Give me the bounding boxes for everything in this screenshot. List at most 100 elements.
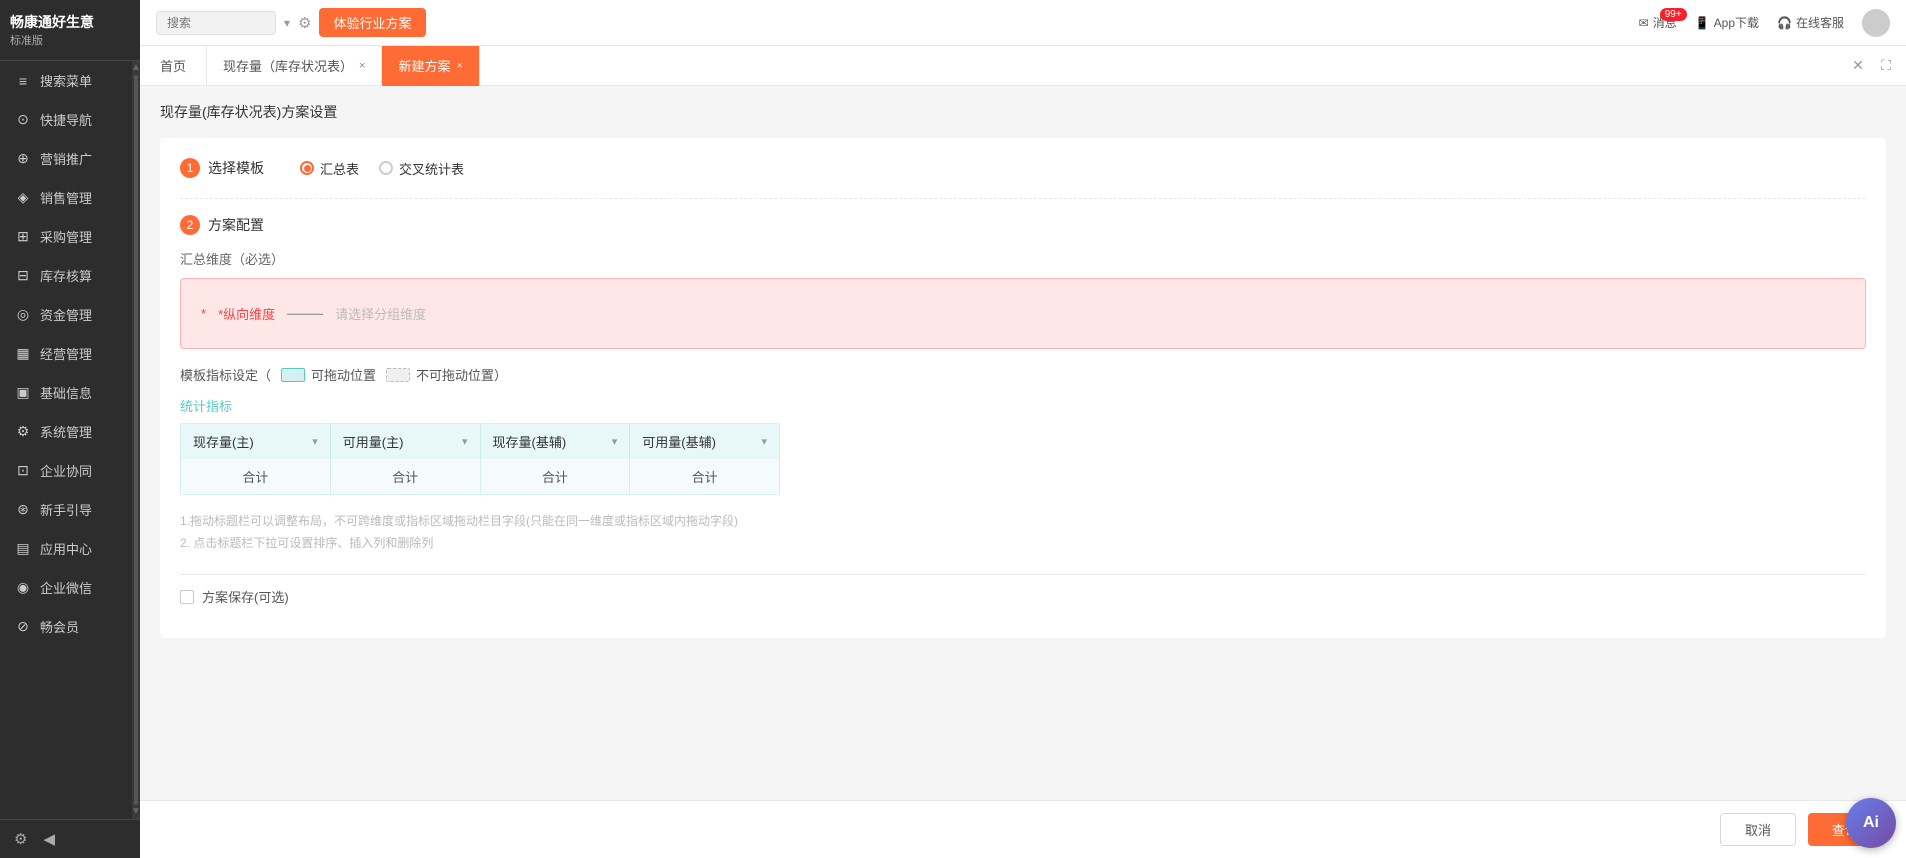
sidebar-item-quick-nav[interactable]: ⊙快捷导航 xyxy=(0,100,132,139)
service-button[interactable]: 🎧 在线客服 xyxy=(1777,14,1844,31)
action-bar: 取消 查询 xyxy=(140,800,1906,858)
tab-home[interactable]: 首页 xyxy=(140,46,207,86)
sidebar-nav: ≡搜索菜单⊙快捷导航⊕营销推广◈销售管理⊞采购管理⊟库存核算 ◎ 资金管理 ▦ 经营管理… xyxy=(0,61,132,819)
settings-icon[interactable]: ⚙ xyxy=(14,830,27,848)
divider1 xyxy=(180,198,1866,199)
sidebar-footer: ⚙ ◀ xyxy=(0,819,140,858)
stats-col-col1[interactable]: 现存量(主)▾ xyxy=(181,424,331,459)
nav-label-newbie: 新手引导 xyxy=(40,500,92,519)
tab-close-btn[interactable]: ✕ xyxy=(1846,54,1870,78)
col-label-col1: 现存量(主) xyxy=(193,432,254,451)
nav-icon-company: ⊡ xyxy=(14,462,32,480)
scroll-up-arrow[interactable]: ▲ xyxy=(131,63,140,73)
phone-icon: 📱 xyxy=(1695,16,1710,30)
settings-panel: 1 选择模板 汇总表 交叉统计表 xyxy=(160,138,1886,638)
stats-col-col3[interactable]: 现存量(基辅)▾ xyxy=(481,424,631,459)
nav-label-business: 经营管理 xyxy=(40,344,92,363)
sidebar-item-marketing[interactable]: ⊕营销推广 xyxy=(0,139,132,178)
step2-title: 方案配置 xyxy=(208,215,264,235)
audio-icon[interactable]: ◀ xyxy=(43,830,55,848)
tab-label-inventory-status: 现存量（库存状况表） xyxy=(223,56,353,75)
nav-label-app-center: 应用中心 xyxy=(40,539,92,558)
message-button[interactable]: ✉ 消息 99+ xyxy=(1639,14,1677,31)
nav-label-search-menu: 搜索菜单 xyxy=(40,71,92,90)
stats-table-body: 合计合计合计合计 xyxy=(181,459,779,494)
tips-section: 1.拖动标题栏可以调整布局，不可跨维度或指标区域拖动栏目字段(只能在同一维度或指… xyxy=(180,511,1866,554)
topbar: ▾ ⚙ 体验行业方案 ✉ 消息 99+ 📱 App下载 🎧 在线客服 xyxy=(140,0,1906,46)
sidebar-scrollbar[interactable]: ▲ ▼ xyxy=(132,61,140,819)
sidebar-item-wechat[interactable]: ◉企业微信 xyxy=(0,568,132,607)
tab-new-plan[interactable]: 新建方案× xyxy=(382,46,479,86)
sidebar-item-purchase[interactable]: ⊞采购管理 xyxy=(0,217,132,256)
step2-header: 2 方案配置 xyxy=(180,215,1866,235)
summary-dimension-label: 汇总维度（必选） xyxy=(180,249,1866,268)
scroll-down-arrow[interactable]: ▼ xyxy=(131,807,140,817)
nav-icon-finance: ◎ xyxy=(14,306,32,324)
indicator-settings: 模板指标设定（ 可拖动位置 不可拖动位置） 统计指标 现存量(主) xyxy=(180,365,1866,495)
non-draggable-legend-box xyxy=(386,368,410,382)
tip-item-0: 1.拖动标题栏可以调整布局，不可跨维度或指标区域拖动栏目字段(只能在同一维度或指… xyxy=(180,511,1866,533)
tab-expand-btn[interactable]: ⛶ xyxy=(1874,54,1898,78)
draggable-legend-box xyxy=(281,368,305,382)
ai-button[interactable]: Ai xyxy=(1846,798,1896,848)
vertical-dim-label: *纵向维度 xyxy=(218,304,275,323)
stats-cell-col1: 合计 xyxy=(181,459,331,494)
service-label: 在线客服 xyxy=(1796,14,1844,31)
nav-label-sales: 销售管理 xyxy=(40,188,92,207)
step2-badge: 2 xyxy=(180,215,200,235)
sidebar-item-basic-info[interactable]: ▣基础信息 xyxy=(0,373,132,412)
sidebar-item-app-center[interactable]: ▤应用中心 xyxy=(0,529,132,568)
nav-label-finance: 资金管理 xyxy=(40,305,92,324)
tab-close-new-plan[interactable]: × xyxy=(456,60,462,72)
nav-label-quick-nav: 快捷导航 xyxy=(40,110,92,129)
sidebar: 畅康通好生意 标准版 ≡搜索菜单⊙快捷导航⊕营销推广◈销售管理⊞采购管理⊟库存核… xyxy=(0,0,140,858)
nav-icon-system: ⚙ xyxy=(14,423,32,441)
nav-icon-wechat: ◉ xyxy=(14,579,32,597)
select-dimension-placeholder[interactable]: 请选择分组维度 xyxy=(335,304,426,323)
stats-cell-col4: 合计 xyxy=(630,459,779,494)
dropdown-arrow-icon[interactable]: ▾ xyxy=(284,16,290,30)
draggable-legend: 可拖动位置 xyxy=(281,365,376,384)
sidebar-item-newbie[interactable]: ⊛新手引导 xyxy=(0,490,132,529)
headset-icon: 🎧 xyxy=(1777,16,1792,30)
sidebar-item-sales[interactable]: ◈销售管理 xyxy=(0,178,132,217)
settings-icon[interactable]: ⚙ xyxy=(298,14,311,32)
radio-summary[interactable]: 汇总表 xyxy=(300,159,359,178)
sidebar-item-company[interactable]: ⊡企业协同 xyxy=(0,451,132,490)
sidebar-item-inventory[interactable]: ⊟库存核算 xyxy=(0,256,132,295)
nav-icon-business: ▦ xyxy=(14,345,32,363)
tab-label-home: 首页 xyxy=(160,56,186,75)
vertical-dimension-row: * *纵向维度 —— 请选择分组维度 xyxy=(201,303,1845,324)
col-chevron-col4: ▾ xyxy=(761,435,767,448)
radio-cross[interactable]: 交叉统计表 xyxy=(379,159,464,178)
avatar[interactable] xyxy=(1862,9,1890,37)
message-badge: 99+ xyxy=(1660,8,1687,21)
nav-icon-basic-info: ▣ xyxy=(14,384,32,402)
sidebar-item-search-menu[interactable]: ≡搜索菜单 xyxy=(0,61,132,100)
indicator-settings-label: 模板指标设定（ xyxy=(180,365,271,384)
tab-inventory-status[interactable]: 现存量（库存状况表） × xyxy=(207,46,382,86)
step1-header: 1 选择模板 汇总表 交叉统计表 xyxy=(180,158,1866,178)
app-download-button[interactable]: 📱 App下载 xyxy=(1695,14,1759,31)
stats-section-label: 统计指标 xyxy=(180,396,1866,415)
step1-title: 选择模板 xyxy=(208,158,264,178)
col-label-col2: 可用量(主) xyxy=(343,432,404,451)
nav-label-member: 畅会员 xyxy=(40,617,79,636)
trial-button[interactable]: 体验行业方案 xyxy=(319,8,425,37)
sidebar-item-system[interactable]: ⚙系统管理 xyxy=(0,412,132,451)
sidebar-item-finance[interactable]: ◎ 资金管理 xyxy=(0,295,132,334)
col-label-col3: 现存量(基辅) xyxy=(493,432,567,451)
stats-col-col2[interactable]: 可用量(主)▾ xyxy=(331,424,481,459)
search-input[interactable] xyxy=(156,11,276,35)
app-edition: 标准版 xyxy=(10,32,130,48)
tab-close-inventory-status[interactable]: × xyxy=(359,60,365,72)
sidebar-item-member[interactable]: ⊘畅会员 xyxy=(0,607,132,646)
required-dimension-area: * *纵向维度 —— 请选择分组维度 xyxy=(180,278,1866,349)
non-draggable-legend-label: 不可拖动位置） xyxy=(416,365,507,384)
tabbar: 首页现存量（库存状况表）×新建方案× ✕ ⛶ xyxy=(140,46,1906,86)
sidebar-item-business[interactable]: ▦ 经营管理 xyxy=(0,334,132,373)
cancel-button[interactable]: 取消 xyxy=(1720,813,1796,846)
topbar-left: ▾ ⚙ 体验行业方案 xyxy=(156,8,1627,37)
stats-col-col4[interactable]: 可用量(基辅)▾ xyxy=(630,424,779,459)
save-checkbox[interactable] xyxy=(180,590,194,604)
